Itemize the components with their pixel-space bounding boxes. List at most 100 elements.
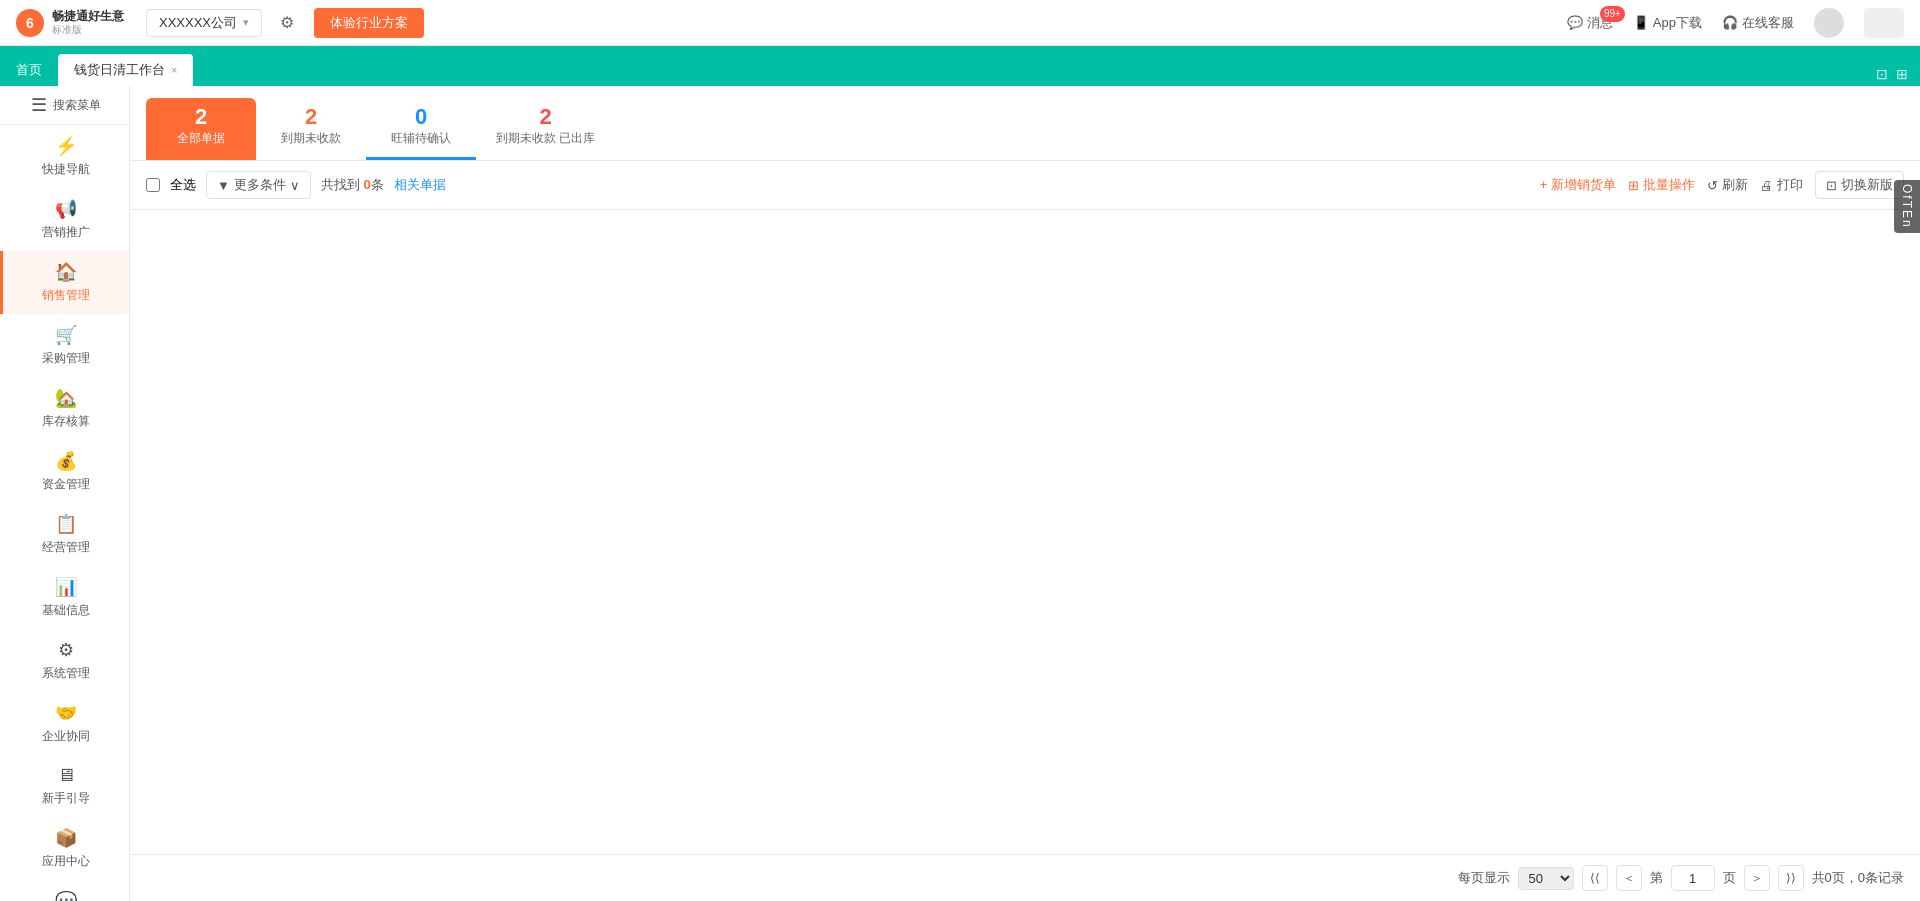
stats-tabs: 2 全部单据 2 到期未收款 0 旺辅待确认 2 到期未收款 已出库 [130,86,1920,161]
app-download-item[interactable]: 📱 App下载 [1633,14,1702,32]
filter-button[interactable]: ▼ 更多条件 ∨ [206,171,311,199]
funds-icon: 💰 [55,450,77,472]
settings-button[interactable]: ⚙ [272,8,302,38]
page-input[interactable] [1671,865,1715,891]
sidebar-item-funds[interactable]: 💰 资金管理 [0,440,129,503]
sidebar-item-wechat[interactable]: 💬 企业微信 [0,880,129,901]
purchase-icon: 🛒 [55,324,77,346]
header-right: 💬 消息 99+ 📱 App下载 🎧 在线客服 [1567,8,1904,38]
logo-area: 6 畅捷通好生意 标准版 [16,9,146,37]
sidebar-item-marketing[interactable]: 📢 营销推广 [0,188,129,251]
tab-workbench-label: 钱货日清工作台 [74,61,165,79]
basics-icon: 📊 [55,576,77,598]
search-menu-label: 搜索菜单 [53,97,101,114]
sales-label: 销售管理 [42,287,90,304]
tab-work-bench[interactable]: 钱货日清工作台 × [58,54,193,86]
sidebar-item-operations[interactable]: 📋 经营管理 [0,503,129,566]
print-button[interactable]: 🖨 打印 [1760,176,1803,194]
main-layout: ☰ 搜索菜单 ⚡ 快捷导航 📢 营销推广 🏠 销售管理 🛒 采购管理 🏡 库存核… [0,86,1920,901]
messages-badge: 99+ [1600,6,1625,22]
operations-icon: 📋 [55,513,77,535]
stat-tab-overdue-unshipped[interactable]: 2 到期未收款 已出库 [476,98,615,160]
page-size-select[interactable]: 50 20 100 [1518,867,1574,890]
stat-all-number: 2 [195,106,207,128]
tab-minimize-icon[interactable]: ⊡ [1876,66,1888,82]
sidebar-item-basics[interactable]: 📊 基础信息 [0,566,129,629]
tab-bar-actions: ⊡ ⊞ [1864,66,1920,86]
content-area: 2 全部单据 2 到期未收款 0 旺辅待确认 2 到期未收款 已出库 全选 [130,86,1920,901]
batch-operation-button[interactable]: ⊞ 批量操作 [1628,176,1695,194]
tab-bar: 首页 钱货日清工作台 × ⊡ ⊞ [0,46,1920,86]
app-center-label: 应用中心 [42,853,90,870]
print-label: 打印 [1777,176,1803,194]
toolbar-right: + 新增销货单 ⊞ 批量操作 ↺ 刷新 🖨 打印 ⊡ 切换新版 [1540,171,1904,199]
logo-icon: 6 [16,9,44,37]
tab-close-icon[interactable]: × [171,64,177,76]
guide-label: 新手引导 [42,790,90,807]
select-all-checkbox[interactable] [146,178,160,192]
system-label: 系统管理 [42,665,90,682]
stat-overdue-number: 2 [305,106,317,128]
tab-maximize-icon[interactable]: ⊞ [1896,66,1908,82]
sidebar-item-purchase[interactable]: 🛒 采购管理 [0,314,129,377]
prev-page-button[interactable]: ＜ [1616,865,1642,891]
sidebar-item-guide[interactable]: 🖥 新手引导 [0,755,129,817]
total-label: 共0页，0条记录 [1812,869,1904,887]
sidebar-item-app-center[interactable]: 📦 应用中心 [0,817,129,880]
batch-icon: ⊞ [1628,178,1639,193]
switch-label: 切换新版 [1841,176,1893,194]
stat-tab-wangwang[interactable]: 0 旺辅待确认 [366,98,476,160]
refresh-label: 刷新 [1722,176,1748,194]
search-menu-icon: ☰ [31,94,47,116]
print-icon: 🖨 [1760,178,1773,193]
sidebar-item-enterprise[interactable]: 🤝 企业协同 [0,692,129,755]
batch-label: 批量操作 [1643,176,1695,194]
stat-wangwang-label: 旺辅待确认 [391,130,451,147]
page-size-label: 每页显示 [1458,869,1510,887]
sidebar-item-search-menu[interactable]: ☰ 搜索菜单 [0,86,129,125]
found-text: 共找到 0条 [321,176,384,194]
stat-tab-overdue[interactable]: 2 到期未收款 [256,98,366,160]
related-bill-link[interactable]: 相关单据 [394,176,446,194]
funds-label: 资金管理 [42,476,90,493]
sidebar-item-sales[interactable]: 🏠 销售管理 [0,251,129,314]
enterprise-label: 企业协同 [42,728,90,745]
stat-tab-all[interactable]: 2 全部单据 [146,98,256,160]
table-area [130,210,1920,854]
online-service-item[interactable]: 🎧 在线客服 [1722,14,1794,32]
toolbar-left: 全选 ▼ 更多条件 ∨ 共找到 0条 相关单据 [146,171,446,199]
guide-icon: 🖥 [57,765,75,786]
often-tag[interactable]: OfTEn [1894,180,1920,233]
purchase-label: 采购管理 [42,350,90,367]
stat-overdue-label: 到期未收款 [281,130,341,147]
inventory-icon: 🏡 [55,387,77,409]
message-icon: 💬 [1567,15,1583,30]
experience-button[interactable]: 体验行业方案 [314,8,424,38]
first-page-button[interactable]: ⟨⟨ [1582,865,1608,891]
logo-sub: 标准版 [52,24,124,36]
sidebar-item-quick-nav[interactable]: ⚡ 快捷导航 [0,125,129,188]
stat-overdue-unshipped-number: 2 [540,106,552,128]
sidebar-item-system[interactable]: ⚙ 系统管理 [0,629,129,692]
page-end-label: 页 [1723,869,1736,887]
company-selector[interactable]: XXXXXX公司 ▾ [146,9,262,37]
user-avatar[interactable] [1814,8,1844,38]
switch-version-button[interactable]: ⊡ 切换新版 [1815,171,1904,199]
pagination: 每页显示 50 20 100 ⟨⟨ ＜ 第 页 ＞ ⟩⟩ 共0页，0条记录 [130,854,1920,901]
add-sale-button[interactable]: + 新增销货单 [1540,176,1616,194]
filter-label: 更多条件 [234,176,286,194]
app-center-icon: 📦 [55,827,77,849]
operations-label: 经营管理 [42,539,90,556]
phone-icon: 📱 [1633,15,1649,30]
sidebar-item-inventory[interactable]: 🏡 库存核算 [0,377,129,440]
messages-item[interactable]: 💬 消息 99+ [1567,14,1613,32]
last-page-button[interactable]: ⟩⟩ [1778,865,1804,891]
next-page-button[interactable]: ＞ [1744,865,1770,891]
user-name-area[interactable] [1864,8,1904,38]
gear-icon: ⚙ [280,13,294,32]
refresh-button[interactable]: ↺ 刷新 [1707,176,1748,194]
basics-label: 基础信息 [42,602,90,619]
tab-home[interactable]: 首页 [0,54,58,86]
toolbar: 全选 ▼ 更多条件 ∨ 共找到 0条 相关单据 + 新增销货单 ⊞ 批量操作 [130,161,1920,210]
logo-text: 畅捷通好生意 标准版 [52,9,124,35]
